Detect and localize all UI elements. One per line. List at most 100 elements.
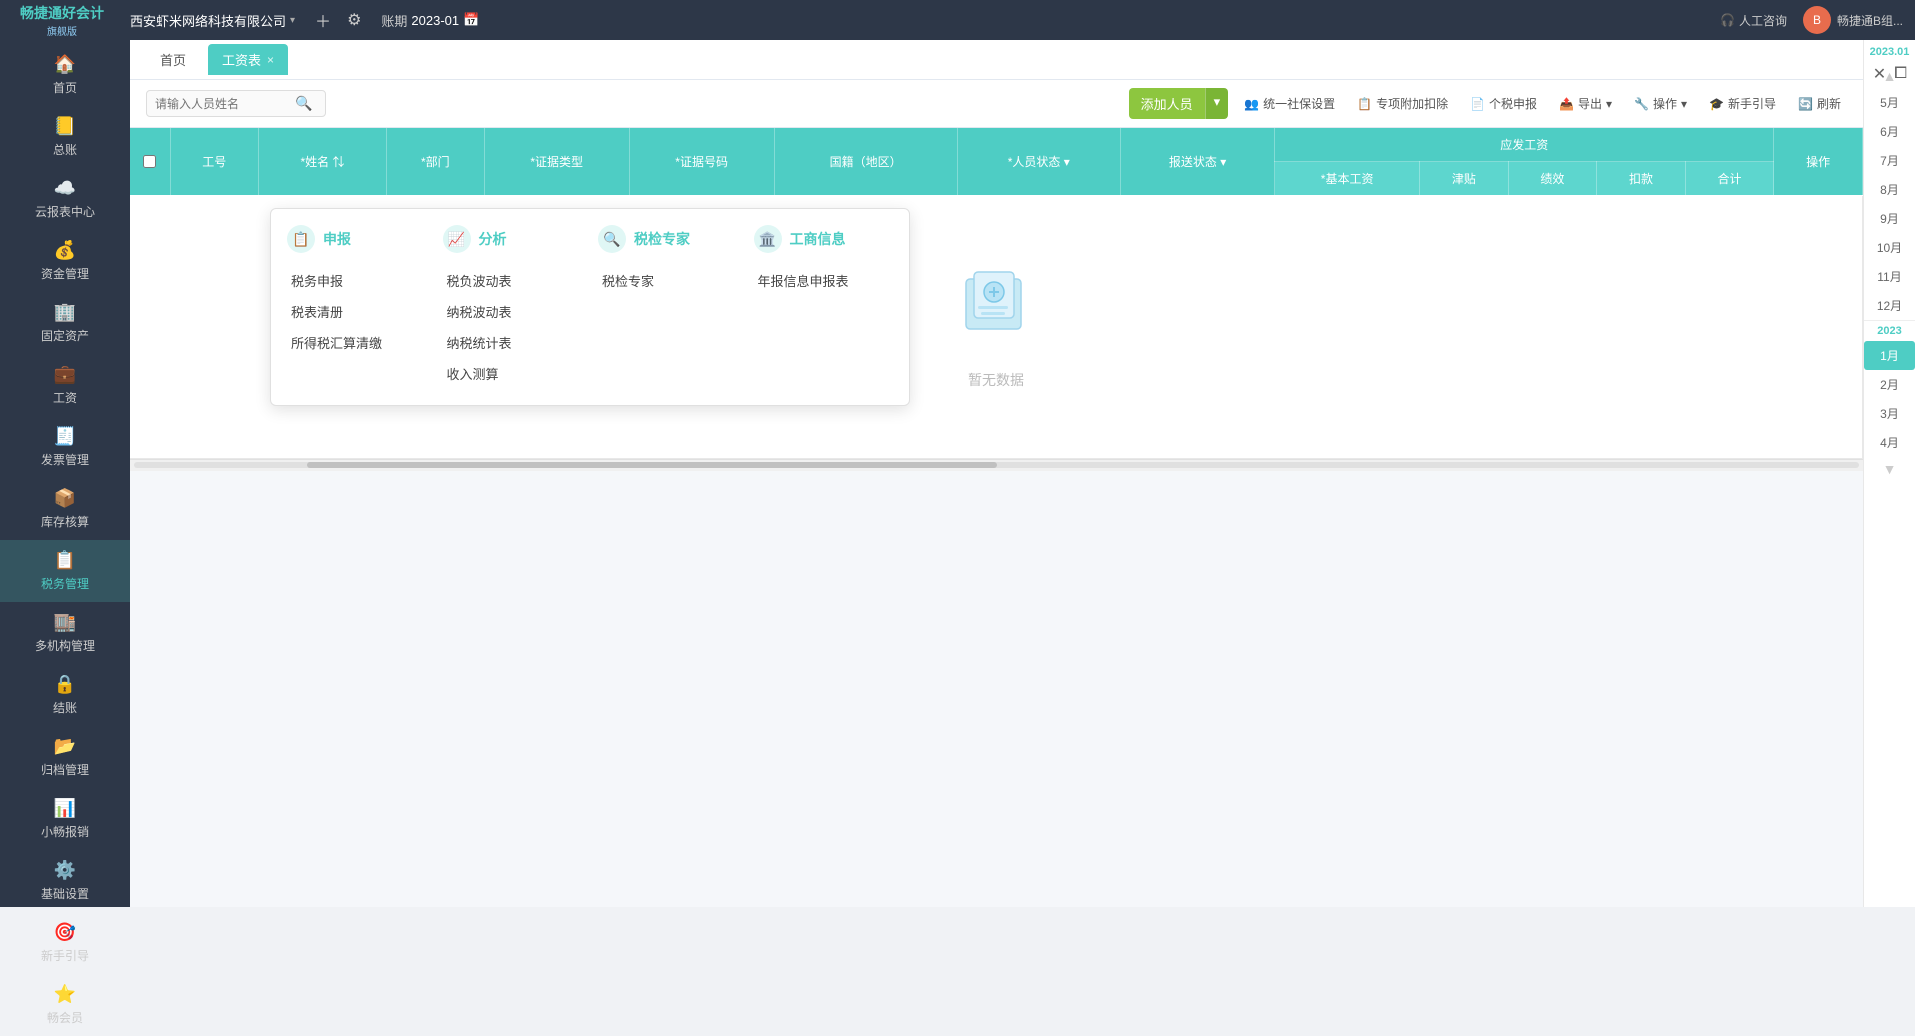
date-month-2[interactable]: 2月 <box>1864 370 1915 399</box>
add-person-dropdown-arrow[interactable]: ▾ <box>1205 88 1229 119</box>
tab-home[interactable]: 首页 <box>146 44 200 75</box>
expert-section: 🔍 税检专家 税检专家 <box>598 225 738 389</box>
search-box[interactable]: 🔍 <box>146 90 326 117</box>
tax-declare-item[interactable]: 税务申报 <box>287 265 427 296</box>
invoice-icon: 🧾 <box>54 426 76 447</box>
date-month-4[interactable]: 4月 <box>1864 428 1915 457</box>
export-button[interactable]: 📤 导出 ▾ <box>1553 91 1618 116</box>
sidebar-item-guide[interactable]: 🎯 新手引导 <box>0 912 130 974</box>
sidebar-item-settings[interactable]: ⚙️ 基础设置 <box>0 850 130 912</box>
annual-report-item[interactable]: 年报信息申报表 <box>754 265 894 296</box>
user-button[interactable]: B 畅捷通B组... <box>1803 6 1903 34</box>
operation-button[interactable]: 🔧 操作 ▾ <box>1628 91 1693 116</box>
close-period-icon: 🔒 <box>54 674 76 695</box>
multi-icon: 🏬 <box>54 612 76 633</box>
analysis-section: 📈 分析 税负波动表 纳税波动表 纳税统计表 收入测算 <box>443 225 583 389</box>
sidebar-item-tax[interactable]: 📋 税务管理 <box>0 540 130 602</box>
sidebar-item-vip[interactable]: ⭐ 畅会员 <box>0 974 130 1036</box>
special-deduction-button[interactable]: 📋 专项附加扣除 <box>1351 91 1454 116</box>
sidebar-item-inventory[interactable]: 📦 库存核算 <box>0 478 130 540</box>
th-number: 工号 <box>170 128 259 195</box>
guide-label: 新手引导 <box>1728 95 1776 112</box>
th-name: *姓名 ⇅ <box>259 128 387 195</box>
sidebar-label-vip: 畅会员 <box>47 1009 83 1026</box>
date-month-3[interactable]: 3月 <box>1864 399 1915 428</box>
date-month-9[interactable]: 9月 <box>1864 204 1915 233</box>
tax-stats-item[interactable]: 纳税统计表 <box>443 327 583 358</box>
date-month-8[interactable]: 8月 <box>1864 175 1915 204</box>
period-value: 2023-01 <box>411 13 459 28</box>
window-close-button[interactable]: ✕ <box>1873 64 1886 84</box>
refresh-label: 刷新 <box>1817 95 1841 112</box>
period-label: 账期 <box>381 11 407 30</box>
sidebar-item-cloud[interactable]: ☁️ 云报表中心 <box>0 168 130 230</box>
refresh-button[interactable]: 🔄 刷新 <box>1792 91 1847 116</box>
sidebar-item-multi[interactable]: 🏬 多机构管理 <box>0 602 130 664</box>
add-company-icon[interactable]: ＋ <box>311 6 335 34</box>
sidebar-label-cloud: 云报表中心 <box>35 203 95 220</box>
top-bar-right: 🎧 人工咨询 B 畅捷通B组... <box>1720 6 1903 34</box>
select-all-checkbox[interactable] <box>143 155 156 168</box>
headset-icon: 🎧 <box>1720 13 1735 27</box>
expert-section-title: 🔍 税检专家 <box>598 225 738 253</box>
th-base-salary: *基本工资 <box>1275 162 1420 196</box>
horizontal-scrollbar[interactable] <box>130 459 1863 471</box>
company-selector[interactable]: 西安虾米网络科技有限公司 ▾ <box>130 11 295 30</box>
date-month-7[interactable]: 7月 <box>1864 146 1915 175</box>
toolbar: 🔍 添加人员 ▾ 👥 统一社保设置 📋 专项附加扣除 📄 个税申报 📤 导出 <box>130 80 1863 128</box>
date-panel: 2023.01 ▲ 5月 6月 7月 8月 9月 10月 11月 12月 202… <box>1863 40 1915 907</box>
window-maximize-button[interactable]: ⧠ <box>1894 65 1907 83</box>
sidebar-item-close-period[interactable]: 🔒 结账 <box>0 664 130 726</box>
sidebar-label-assets: 固定资产 <box>41 327 89 344</box>
sidebar-label-report: 小畅报销 <box>41 823 89 840</box>
date-month-6[interactable]: 6月 <box>1864 117 1915 146</box>
sidebar-item-invoice[interactable]: 🧾 发票管理 <box>0 416 130 478</box>
sidebar-item-ledger[interactable]: 📒 总账 <box>0 106 130 168</box>
th-performance: 绩效 <box>1508 162 1597 196</box>
income-estimate-item[interactable]: 收入测算 <box>443 358 583 389</box>
calendar-icon[interactable]: 📅 <box>463 12 479 28</box>
income-tax-item[interactable]: 所得税汇算清缴 <box>287 327 427 358</box>
top-bar-actions: ＋ ⚙ <box>311 6 365 34</box>
guide-toolbar-icon: 🎓 <box>1709 97 1724 111</box>
th-checkbox[interactable] <box>130 128 170 195</box>
add-person-button[interactable]: 添加人员 <box>1129 88 1205 119</box>
sidebar-item-salary[interactable]: 💼 工资 <box>0 354 130 416</box>
guide-button[interactable]: 🎓 新手引导 <box>1703 91 1782 116</box>
date-month-11[interactable]: 11月 <box>1864 262 1915 291</box>
sidebar-item-archive[interactable]: 📂 归档管理 <box>0 726 130 788</box>
analysis-icon: 📈 <box>443 225 471 253</box>
archive-icon: 📂 <box>54 736 76 757</box>
empty-icon <box>956 264 1036 358</box>
expert-icon: 🔍 <box>598 225 626 253</box>
settings-icon[interactable]: ⚙ <box>343 8 365 32</box>
date-month-5[interactable]: 5月 <box>1864 88 1915 117</box>
tax-payment-item[interactable]: 纳税波动表 <box>443 296 583 327</box>
date-month-1[interactable]: 1月 <box>1864 341 1915 370</box>
search-input[interactable] <box>155 97 295 111</box>
date-nav-down-icon[interactable]: ▼ <box>1879 457 1901 481</box>
home-icon: 🏠 <box>54 54 76 75</box>
tax-form-item[interactable]: 税表清册 <box>287 296 427 327</box>
logo-main-text: 畅捷通好会计 <box>20 3 104 23</box>
tab-close-icon[interactable]: × <box>267 53 274 67</box>
tax-return-button[interactable]: 📄 个税申报 <box>1464 91 1543 116</box>
analysis-title: 分析 <box>479 229 507 249</box>
inventory-icon: 📦 <box>54 488 76 509</box>
sidebar-label-home: 首页 <box>53 79 77 96</box>
tax-expert-item[interactable]: 税检专家 <box>598 265 738 296</box>
export-label: 导出 <box>1578 95 1602 112</box>
date-month-10[interactable]: 10月 <box>1864 233 1915 262</box>
date-month-12[interactable]: 12月 <box>1864 291 1915 320</box>
tab-salary[interactable]: 工资表 × <box>208 44 288 75</box>
user-avatar: B <box>1803 6 1831 34</box>
sidebar-item-assets[interactable]: 🏢 固定资产 <box>0 292 130 354</box>
sidebar-item-home[interactable]: 🏠 首页 <box>0 44 130 106</box>
sidebar-item-funds[interactable]: 💰 资金管理 <box>0 230 130 292</box>
tax-burden-item[interactable]: 税负波动表 <box>443 265 583 296</box>
sidebar-item-report[interactable]: 📊 小畅报销 <box>0 788 130 850</box>
th-id-number: *证据号码 <box>629 128 774 195</box>
social-insurance-button[interactable]: 👥 统一社保设置 <box>1238 91 1341 116</box>
salary-icon: 💼 <box>54 364 76 385</box>
service-button[interactable]: 🎧 人工咨询 <box>1720 12 1787 29</box>
